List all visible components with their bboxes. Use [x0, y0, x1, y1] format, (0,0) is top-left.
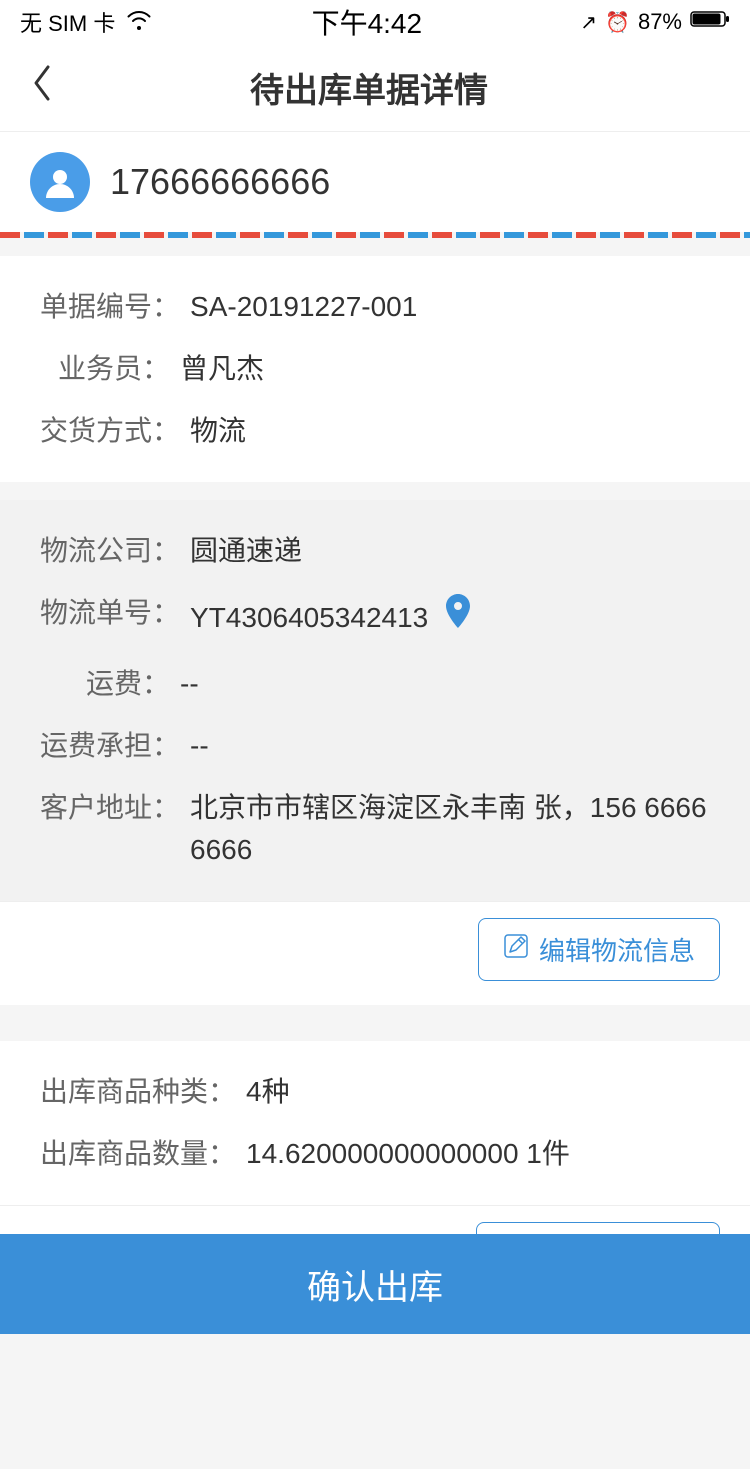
- clock-icon: ⏰: [605, 10, 630, 35]
- tracking-location-icon[interactable]: [442, 592, 474, 643]
- document-no-row: 单据编号： SA-20191227-001: [40, 286, 710, 328]
- page-title: 待出库单据详情: [74, 63, 664, 112]
- order-info-section: 单据编号： SA-20191227-001 业务员： 曾凡杰 交货方式： 物流: [0, 256, 750, 482]
- sales-person-value: 曾凡杰: [180, 348, 710, 390]
- edit-logistics-button[interactable]: 编辑物流信息: [478, 918, 720, 981]
- edit-btn-row: 编辑物流信息: [0, 901, 750, 1005]
- battery-icon: [690, 8, 730, 36]
- freight-bear-row: 运费承担： --: [40, 725, 710, 767]
- goods-quantity-value: 14.620000000000000 1件: [246, 1133, 710, 1175]
- dashed-divider: [0, 232, 750, 238]
- edit-icon: [503, 933, 529, 966]
- goods-quantity-label: 出库商品数量：: [40, 1133, 246, 1175]
- goods-types-value: 4种: [246, 1071, 710, 1113]
- logistics-company-value: 圆通速递: [190, 530, 710, 572]
- status-bar: 无 SIM 卡 下午4:42 ↗ ⏰ 87%: [0, 0, 750, 44]
- battery-percent: 87%: [638, 9, 682, 35]
- confirm-btn-bar[interactable]: 确认出库: [0, 1234, 750, 1334]
- document-no-label: 单据编号：: [40, 286, 190, 328]
- sales-person-label: 业务员：: [40, 348, 180, 390]
- edit-logistics-label: 编辑物流信息: [539, 931, 695, 968]
- status-bar-left: 无 SIM 卡: [20, 6, 153, 38]
- delivery-method-value: 物流: [190, 410, 710, 452]
- tracking-no-row: 物流单号： YT4306405342413: [40, 592, 710, 643]
- delivery-method-label: 交货方式：: [40, 410, 190, 452]
- customer-avatar: [30, 152, 90, 212]
- logistics-container: 物流公司： 圆通速递 物流单号： YT4306405342413 运费： -- …: [0, 500, 750, 1005]
- customer-phone: 17666666666: [110, 161, 330, 203]
- customer-header: 17666666666: [0, 132, 750, 232]
- logistics-company-row: 物流公司： 圆通速递: [40, 530, 710, 572]
- location-status-icon: ↗: [580, 10, 597, 35]
- freight-label: 运费：: [40, 663, 180, 705]
- tracking-no-value: YT4306405342413: [190, 592, 474, 643]
- confirm-btn-text: 确认出库: [307, 1260, 443, 1309]
- address-row: 客户地址： 北京市市辖区海淀区永丰南 张，156 6666 6666: [40, 787, 710, 871]
- address-label: 客户地址：: [40, 787, 190, 829]
- sales-person-row: 业务员： 曾凡杰: [40, 348, 710, 390]
- delivery-method-row: 交货方式： 物流: [40, 410, 710, 452]
- logistics-company-label: 物流公司：: [40, 530, 190, 572]
- sim-status: 无 SIM 卡: [20, 6, 115, 38]
- logistics-inner: 物流公司： 圆通速递 物流单号： YT4306405342413 运费： -- …: [0, 500, 750, 901]
- goods-section: 出库商品种类： 4种 出库商品数量： 14.620000000000000 1件: [0, 1041, 750, 1205]
- goods-types-label: 出库商品种类：: [40, 1071, 246, 1113]
- freight-value: --: [180, 663, 710, 705]
- freight-bear-value: --: [190, 725, 710, 767]
- wifi-icon: [125, 8, 153, 36]
- section-separator: [0, 1005, 750, 1023]
- tracking-no-label: 物流单号：: [40, 592, 190, 634]
- status-bar-right: ↗ ⏰ 87%: [580, 8, 730, 36]
- address-value: 北京市市辖区海淀区永丰南 张，156 6666 6666: [190, 787, 710, 871]
- goods-quantity-row: 出库商品数量： 14.620000000000000 1件: [40, 1133, 710, 1175]
- document-no-value: SA-20191227-001: [190, 286, 710, 328]
- freight-row: 运费： --: [40, 663, 710, 705]
- nav-bar: 待出库单据详情: [0, 44, 750, 132]
- freight-bear-label: 运费承担：: [40, 725, 190, 767]
- back-button[interactable]: [30, 63, 74, 112]
- goods-types-row: 出库商品种类： 4种: [40, 1071, 710, 1113]
- status-bar-time: 下午4:42: [312, 2, 423, 42]
